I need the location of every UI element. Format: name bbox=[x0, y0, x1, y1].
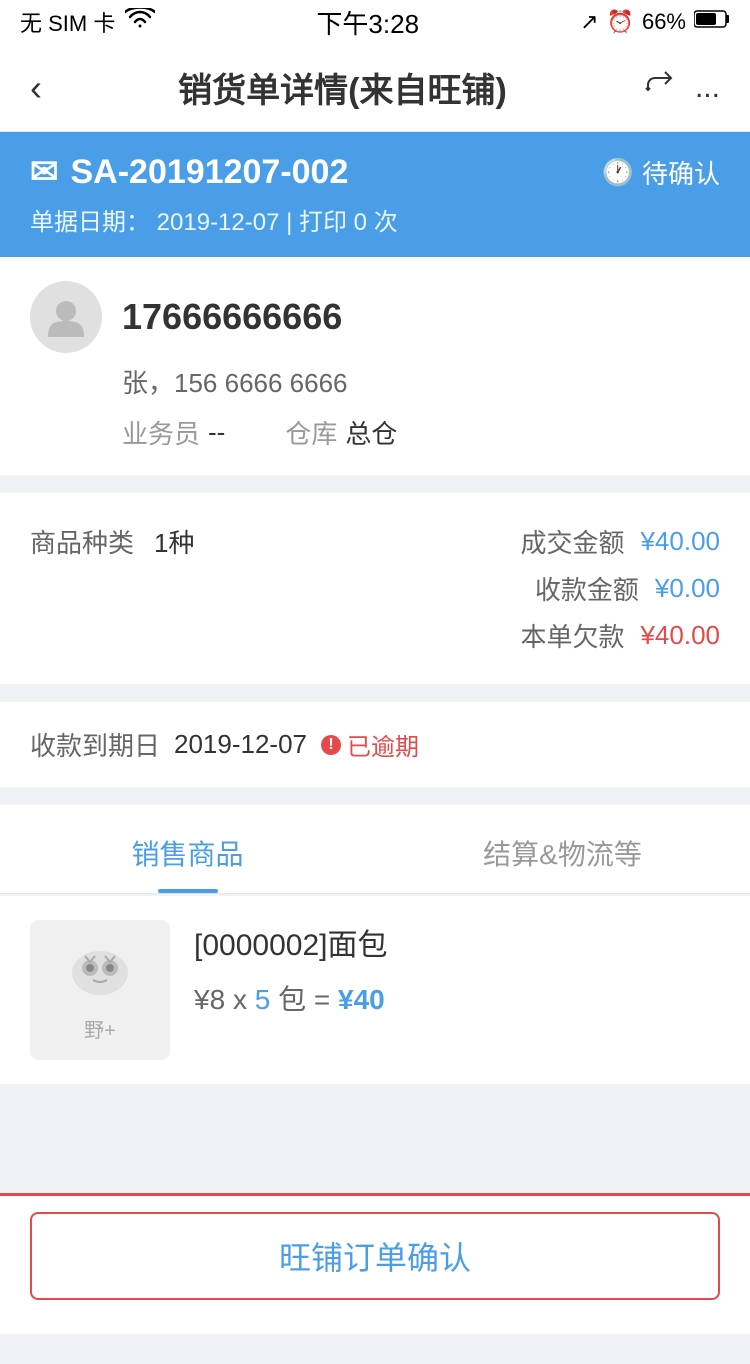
alarm-icon: ⏰ bbox=[607, 9, 634, 35]
product-type: 商品种类 1种 bbox=[30, 523, 194, 560]
back-button[interactable]: ‹ bbox=[30, 67, 42, 109]
order-status: 🕐 待确认 bbox=[602, 154, 720, 191]
battery-icon bbox=[694, 9, 730, 35]
summary-section: 商品种类 1种 成交金额 ¥40.00 收款金额 ¥0.00 本单欠款 ¥40.… bbox=[0, 493, 750, 684]
battery-text: 66% bbox=[642, 9, 686, 35]
order-icon: ✉ bbox=[30, 152, 59, 192]
status-time: 下午3:28 bbox=[316, 4, 419, 41]
tabs: 销售商品 结算&物流等 bbox=[0, 805, 750, 894]
overdue-badge: ! 已逾期 bbox=[321, 727, 419, 762]
status-carrier: 无 SIM 卡 bbox=[20, 6, 155, 38]
transaction-amount: 成交金额 ¥40.00 bbox=[520, 523, 720, 560]
product-image: 野+ bbox=[30, 920, 170, 1060]
order-date: 单据日期： 2019-12-07 | 打印 0 次 bbox=[30, 202, 720, 237]
share-button[interactable] bbox=[643, 68, 675, 108]
customer-name: 张，156 6666 6666 bbox=[30, 363, 720, 400]
outstanding-amount: 本单欠款 ¥40.00 bbox=[520, 617, 720, 654]
wifi-icon bbox=[125, 8, 155, 36]
received-amount: 收款金额 ¥0.00 bbox=[535, 570, 720, 607]
order-number: ✉ SA-20191207-002 bbox=[30, 152, 348, 192]
overdue-icon: ! bbox=[321, 735, 341, 755]
product-brand-text: 野+ bbox=[84, 1014, 116, 1043]
staff-info: 业务员 -- bbox=[122, 414, 225, 451]
bottom-bar: 旺铺订单确认 bbox=[0, 1193, 750, 1334]
amounts: 成交金额 ¥40.00 收款金额 ¥0.00 本单欠款 ¥40.00 bbox=[520, 523, 720, 654]
order-banner: ✉ SA-20191207-002 🕐 待确认 单据日期： 2019-12-07… bbox=[0, 132, 750, 257]
nav-actions: ... bbox=[643, 68, 720, 108]
status-icons: ↗ ⏰ 66% bbox=[580, 9, 730, 35]
divider-2 bbox=[0, 686, 750, 702]
product-price: ¥8 x 5 包 = ¥40 bbox=[194, 978, 720, 1018]
customer-avatar bbox=[30, 281, 102, 353]
customer-phone: 17666666666 bbox=[122, 296, 342, 338]
location-icon: ↗ bbox=[580, 9, 598, 35]
customer-section: 17666666666 张，156 6666 6666 业务员 -- 仓库 总仓 bbox=[0, 257, 750, 475]
product-image-icon bbox=[65, 938, 135, 1010]
nav-bar: ‹ 销货单详情(来自旺铺) ... bbox=[0, 44, 750, 132]
customer-meta: 业务员 -- 仓库 总仓 bbox=[30, 414, 720, 451]
warehouse-info: 仓库 总仓 bbox=[285, 414, 397, 451]
tab-settlement[interactable]: 结算&物流等 bbox=[375, 805, 750, 893]
due-date-section: 收款到期日 2019-12-07 ! 已逾期 bbox=[0, 702, 750, 787]
tab-products[interactable]: 销售商品 bbox=[0, 805, 375, 893]
status-clock-icon: 🕐 bbox=[602, 157, 634, 188]
divider-3 bbox=[0, 789, 750, 805]
confirm-order-button[interactable]: 旺铺订单确认 bbox=[30, 1212, 720, 1300]
more-button[interactable]: ... bbox=[695, 71, 720, 105]
carrier-text: 无 SIM 卡 bbox=[20, 6, 115, 38]
product-name: [0000002]面包 bbox=[194, 920, 720, 964]
divider-1 bbox=[0, 477, 750, 493]
product-info: [0000002]面包 ¥8 x 5 包 = ¥40 bbox=[194, 920, 720, 1018]
status-bar: 无 SIM 卡 下午3:28 ↗ ⏰ 66% bbox=[0, 0, 750, 44]
product-item: 野+ [0000002]面包 ¥8 x 5 包 = ¥40 bbox=[0, 896, 750, 1084]
page-title: 销货单详情(来自旺铺) bbox=[178, 63, 507, 112]
